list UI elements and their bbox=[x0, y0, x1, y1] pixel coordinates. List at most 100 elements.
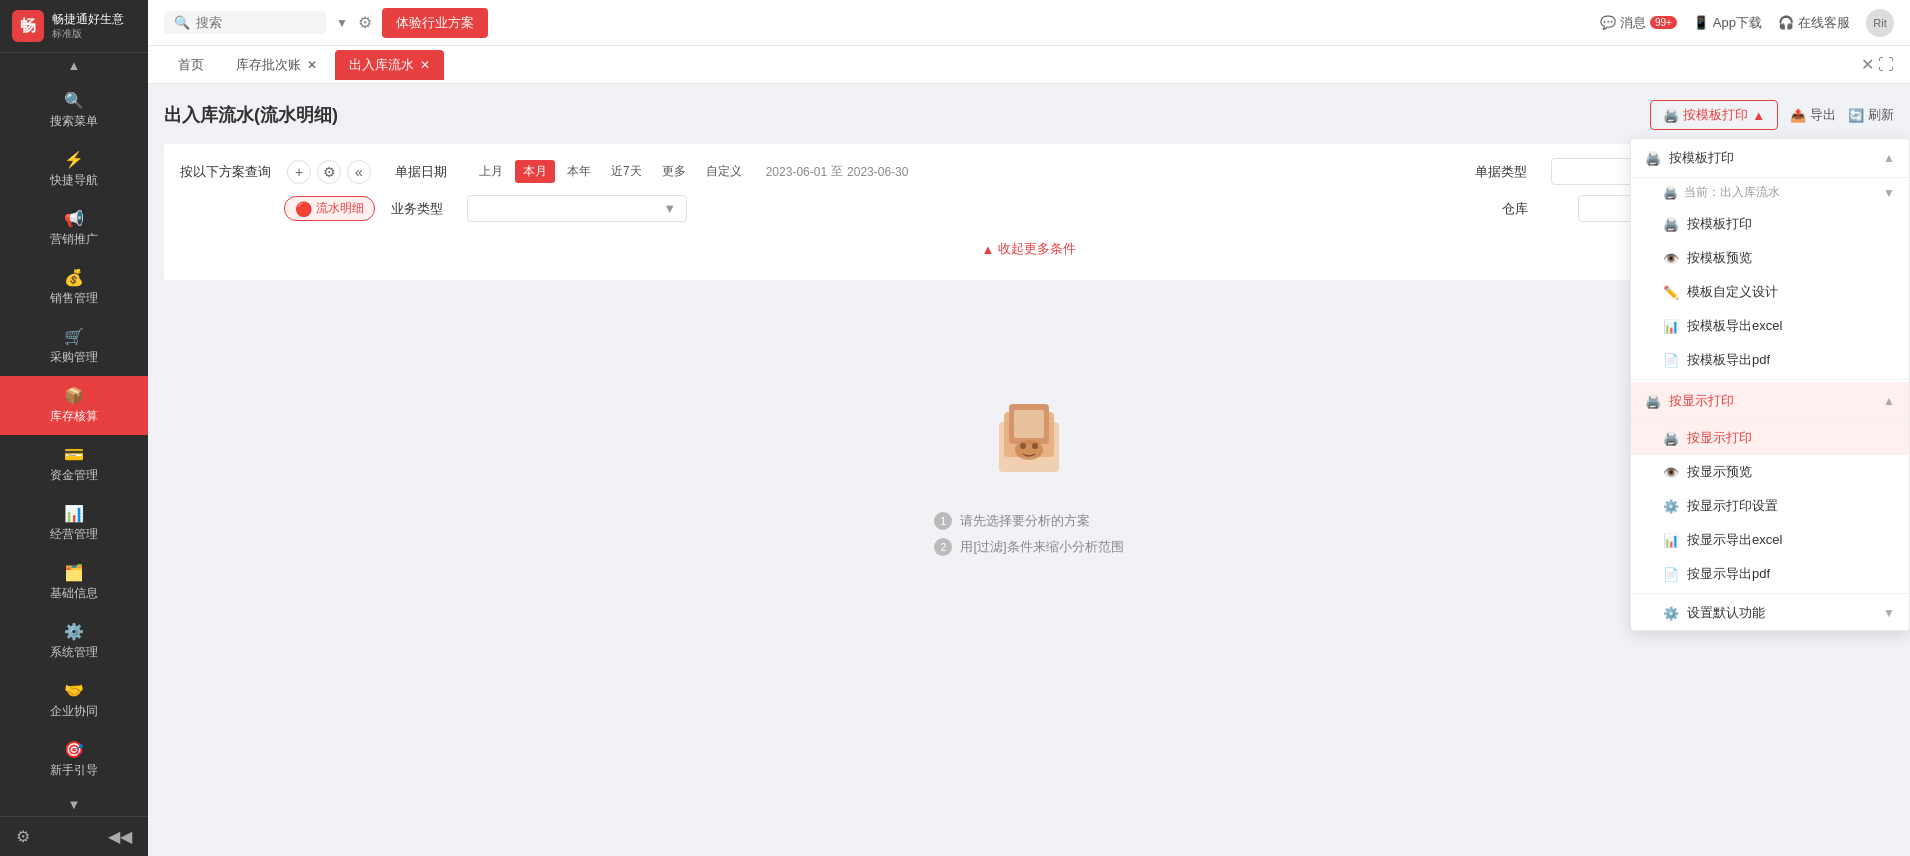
disp-pdf-icon: 📄 bbox=[1663, 567, 1679, 582]
disp-settings-icon: ⚙️ bbox=[1663, 499, 1679, 514]
date-tab-7days[interactable]: 近7天 bbox=[603, 160, 650, 183]
tab-flow[interactable]: 出入库流水 ✕ bbox=[335, 50, 444, 80]
search-input[interactable] bbox=[196, 15, 316, 30]
date-tab-current-year[interactable]: 本年 bbox=[559, 160, 599, 183]
tmpl-print-label: 按模板打印 bbox=[1687, 215, 1752, 233]
tab-batch-close[interactable]: ✕ bbox=[307, 58, 317, 72]
tmpl-export-excel-item[interactable]: 📊 按模板导出excel bbox=[1631, 309, 1909, 343]
print-icon: 🖨️ bbox=[1663, 108, 1679, 123]
sidebar: 畅 畅捷通好生意 标准版 ▲ 🔍 搜索菜单 ⚡ 快捷导航 📢 营销推广 💰 销售… bbox=[0, 0, 148, 856]
tab-batch-label: 库存批次账 bbox=[236, 56, 301, 74]
print-label: 按模板打印 bbox=[1683, 106, 1748, 124]
biz-type-select[interactable]: ▼ bbox=[467, 195, 687, 222]
message-label: 消息 bbox=[1620, 14, 1646, 32]
logo-text: 畅捷通好生意 标准版 bbox=[52, 11, 124, 42]
disp-export-pdf-item[interactable]: 📄 按显示导出pdf bbox=[1631, 557, 1909, 591]
date-tab-last-month[interactable]: 上月 bbox=[471, 160, 511, 183]
tab-home[interactable]: 首页 bbox=[164, 50, 218, 80]
sidebar-item-purchase[interactable]: 🛒 采购管理 bbox=[0, 317, 148, 376]
date-tab-custom[interactable]: 自定义 bbox=[698, 160, 750, 183]
sidebar-item-search[interactable]: 🔍 搜索菜单 bbox=[0, 81, 148, 140]
industry-solution-button[interactable]: 体验行业方案 bbox=[382, 8, 488, 38]
template-section-arrow: ▲ bbox=[1883, 151, 1895, 165]
marketing-icon: 📢 bbox=[64, 209, 84, 228]
collapse-btn[interactable]: ▲ 收起更多条件 bbox=[982, 240, 1077, 258]
sidebar-item-cooperation[interactable]: 🤝 企业协同 bbox=[0, 671, 148, 730]
online-service-label: 在线客服 bbox=[1798, 14, 1850, 32]
tmpl-print-icon: 🖨️ bbox=[1663, 217, 1679, 232]
settings-icon[interactable]: ⚙ bbox=[16, 827, 30, 846]
refresh-button[interactable]: 🔄 刷新 bbox=[1848, 106, 1894, 124]
message-badge: 99+ bbox=[1650, 16, 1677, 29]
online-service-button[interactable]: 🎧 在线客服 bbox=[1778, 14, 1850, 32]
disp-preview-icon: 👁️ bbox=[1663, 465, 1679, 480]
tmpl-preview-item[interactable]: 👁️ 按模板预览 bbox=[1631, 241, 1909, 275]
sidebar-item-quick-nav[interactable]: ⚡ 快捷导航 bbox=[0, 140, 148, 199]
default-arrow: ▼ bbox=[1883, 606, 1895, 620]
chevron-down-icon[interactable]: ▼ bbox=[336, 16, 348, 30]
add-filter-button[interactable]: + bbox=[287, 160, 311, 184]
tmpl-custom-icon: ✏️ bbox=[1663, 285, 1679, 300]
sidebar-item-guide[interactable]: 🎯 新手引导 bbox=[0, 730, 148, 789]
header-left: 🔍 ▼ ⚙ 体验行业方案 bbox=[164, 8, 488, 38]
tab-close-all-button[interactable]: ✕ bbox=[1861, 55, 1874, 74]
sidebar-scroll-down[interactable]: ▼ bbox=[0, 792, 148, 816]
date-tab-more[interactable]: 更多 bbox=[654, 160, 694, 183]
sidebar-item-basic[interactable]: 🗂️ 基础信息 bbox=[0, 553, 148, 612]
date-tab-current-month[interactable]: 本月 bbox=[515, 160, 555, 183]
disp-preview-item[interactable]: 👁️ 按显示预览 bbox=[1631, 455, 1909, 489]
funds-icon: 💳 bbox=[64, 445, 84, 464]
tmpl-export-pdf-item[interactable]: 📄 按模板导出pdf bbox=[1631, 343, 1909, 377]
export-label: 导出 bbox=[1810, 106, 1836, 124]
content-area: 出入库流水(流水明细) 🖨️ 按模板打印 ▲ 📤 导出 🔄 刷新 bbox=[148, 84, 1910, 856]
print-button[interactable]: 🖨️ 按模板打印 ▲ bbox=[1650, 100, 1778, 130]
disp-export-excel-item[interactable]: 📊 按显示导出excel bbox=[1631, 523, 1909, 557]
sidebar-scroll-up[interactable]: ▲ bbox=[0, 53, 148, 77]
sidebar-item-funds[interactable]: 💳 资金管理 bbox=[0, 435, 148, 494]
svg-point-5 bbox=[1020, 443, 1026, 449]
app-download-button[interactable]: 📱 App下载 bbox=[1693, 14, 1762, 32]
search-nav-icon: 🔍 bbox=[64, 91, 84, 110]
flow-tag[interactable]: 🔴 流水明细 bbox=[284, 196, 375, 221]
display-section-header[interactable]: 🖨️ 按显示打印 ▲ bbox=[1631, 382, 1909, 421]
header-right: 💬 消息 99+ 📱 App下载 🎧 在线客服 Rit bbox=[1600, 9, 1894, 37]
disp-print-settings-item[interactable]: ⚙️ 按显示打印设置 bbox=[1631, 489, 1909, 523]
tmpl-custom-item[interactable]: ✏️ 模板自定义设计 bbox=[1631, 275, 1909, 309]
sidebar-item-label: 库存核算 bbox=[50, 408, 98, 425]
export-button[interactable]: 📤 导出 bbox=[1790, 106, 1836, 124]
disp-print-item[interactable]: 🖨️ 按显示打印 bbox=[1631, 421, 1909, 455]
tab-maximize-button[interactable]: ⛶ bbox=[1878, 56, 1894, 74]
tab-batch[interactable]: 库存批次账 ✕ bbox=[222, 50, 331, 80]
headset-icon: 🎧 bbox=[1778, 15, 1794, 30]
sidebar-item-inventory[interactable]: 📦 库存核算 bbox=[0, 376, 148, 435]
user-menu[interactable]: Rit bbox=[1866, 9, 1894, 37]
biz-type-label: 业务类型 bbox=[391, 200, 451, 218]
date-range: 2023-06-01 至 2023-06-30 bbox=[766, 163, 909, 180]
set-default-item[interactable]: ⚙️ 设置默认功能 ▼ bbox=[1631, 596, 1909, 630]
display-print-icon: 🖨️ bbox=[1645, 394, 1661, 409]
filter-settings-button[interactable]: ⚙ bbox=[317, 160, 341, 184]
message-button[interactable]: 💬 消息 99+ bbox=[1600, 14, 1677, 32]
dropdown-divider bbox=[1631, 379, 1909, 380]
sidebar-item-label: 系统管理 bbox=[50, 644, 98, 661]
filter-collapse-button[interactable]: « bbox=[347, 160, 371, 184]
gear-icon[interactable]: ⚙ bbox=[358, 13, 372, 32]
sidebar-item-sales[interactable]: 💰 销售管理 bbox=[0, 258, 148, 317]
sidebar-item-operations[interactable]: 📊 经营管理 bbox=[0, 494, 148, 553]
svg-point-4 bbox=[1015, 440, 1043, 460]
operations-icon: 📊 bbox=[64, 504, 84, 523]
disp-print-label: 按显示打印 bbox=[1687, 429, 1752, 447]
sidebar-item-marketing[interactable]: 📢 营销推广 bbox=[0, 199, 148, 258]
print-template-section-header[interactable]: 🖨️ 按模板打印 ▲ bbox=[1631, 139, 1909, 178]
display-section-arrow: ▲ bbox=[1883, 394, 1895, 408]
sidebar-item-system[interactable]: ⚙️ 系统管理 bbox=[0, 612, 148, 671]
tab-flow-close[interactable]: ✕ bbox=[420, 58, 430, 72]
header-search-box: 🔍 bbox=[164, 11, 326, 34]
tmpl-custom-label: 模板自定义设计 bbox=[1687, 283, 1778, 301]
current-template-arrow: ▼ bbox=[1883, 186, 1895, 200]
collapse-icon[interactable]: ◀◀ bbox=[108, 827, 132, 846]
collapse-label: 收起更多条件 bbox=[998, 240, 1076, 258]
tmpl-print-item[interactable]: 🖨️ 按模板打印 bbox=[1631, 207, 1909, 241]
sidebar-logo: 畅 畅捷通好生意 标准版 bbox=[0, 0, 148, 53]
system-icon: ⚙️ bbox=[64, 622, 84, 641]
